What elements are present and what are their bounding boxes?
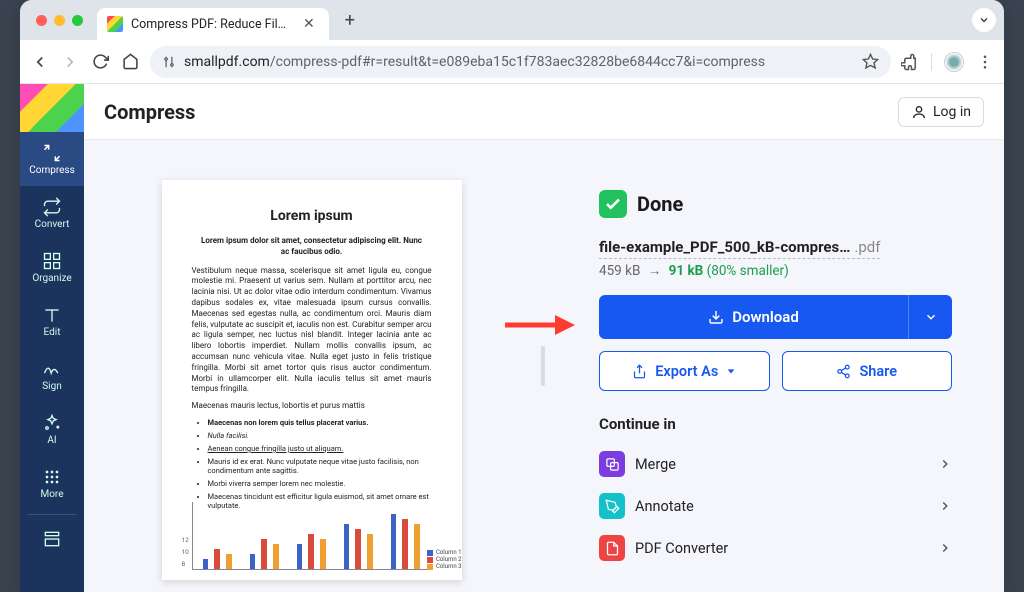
maximize-window-button[interactable]: [72, 15, 83, 26]
size-row: 459 kB → 91 kB (80% smaller): [599, 263, 952, 279]
chevron-right-icon: [938, 541, 952, 555]
kebab-menu-icon[interactable]: [976, 53, 994, 71]
minimize-window-button[interactable]: [54, 15, 65, 26]
success-check-icon: [599, 190, 627, 218]
file-extension: .pdf: [854, 238, 880, 256]
merge-icon: [599, 451, 625, 477]
extensions-icon[interactable]: [901, 53, 919, 71]
bookmark-icon[interactable]: [862, 53, 879, 70]
filename: file-example_PDF_500_kB-compres…: [599, 238, 850, 256]
result-pane: Done file-example_PDF_500_kB-compres… .p…: [547, 140, 1004, 592]
brand-logo[interactable]: [20, 84, 84, 132]
export-icon: [632, 364, 647, 379]
site-settings-icon[interactable]: [162, 55, 176, 69]
annotate-icon: [599, 493, 625, 519]
share-icon: [836, 364, 851, 379]
sidebar-item-more[interactable]: More: [20, 456, 84, 510]
document-thumbnail[interactable]: Lorem ipsum Lorem ipsum dolor sit amet, …: [162, 180, 462, 580]
profile-avatar[interactable]: [944, 52, 964, 72]
sidebar-item-edit[interactable]: Edit: [20, 294, 84, 348]
tab-bar: Compress PDF: Reduce File S ✕ +: [20, 0, 1004, 40]
sidebar-item-ai[interactable]: AI: [20, 402, 84, 456]
done-label: Done: [637, 192, 683, 216]
old-size: 459 kB: [599, 263, 640, 279]
page-title: Compress: [104, 100, 195, 124]
sidebar: Compress Convert Organize Edit Sign AI: [20, 84, 84, 592]
list-item: Mauris id ex erat. Nunc vulputate neque …: [208, 457, 432, 475]
chevron-right-icon: [938, 457, 952, 471]
doc-subheading: Maecenas mauris lectus, lobortis et puru…: [192, 401, 432, 412]
doc-lead: Lorem ipsum dolor sit amet, consectetur …: [192, 236, 432, 258]
chevron-right-icon: [938, 499, 952, 513]
list-item: Nulla facilisi.: [208, 431, 432, 440]
continue-title: Continue in: [599, 415, 952, 433]
doc-list: Maecenas non lorem quis tellus placerat …: [208, 418, 432, 510]
new-size: 91 kB: [669, 263, 704, 279]
list-item: Maecenas non lorem quis tellus placerat …: [208, 418, 432, 427]
caret-down-icon: [726, 366, 736, 376]
tool-pdf-converter[interactable]: PDF Converter: [599, 527, 952, 569]
back-button[interactable]: [30, 52, 50, 72]
sidebar-item-organize[interactable]: Organize: [20, 240, 84, 294]
sidebar-item-convert[interactable]: Convert: [20, 186, 84, 240]
reduction-pct: (80% smaller): [707, 263, 789, 279]
home-button[interactable]: [120, 52, 140, 72]
chevron-down-icon: [924, 310, 938, 324]
forward-button[interactable]: [60, 52, 80, 72]
browser-tab[interactable]: Compress PDF: Reduce File S ✕: [97, 8, 329, 40]
export-as-button[interactable]: Export As: [599, 351, 770, 391]
close-tab-button[interactable]: ✕: [299, 16, 319, 32]
sidebar-item-documents[interactable]: [20, 519, 84, 559]
address-bar: smallpdf.com/compress-pdf#r=result&t=e08…: [20, 40, 1004, 84]
doc-chart: [192, 502, 432, 570]
download-icon: [708, 309, 724, 325]
sidebar-item-compress[interactable]: Compress: [20, 132, 84, 186]
favicon: [107, 16, 123, 32]
filename-row[interactable]: file-example_PDF_500_kB-compres… .pdf: [599, 238, 880, 259]
tool-merge[interactable]: Merge: [599, 443, 952, 485]
url-path: /compress-pdf#r=result&t=e089eba15c1f783…: [270, 54, 765, 70]
page-header: Compress Log in: [84, 84, 1004, 140]
reload-button[interactable]: [90, 52, 110, 72]
tabs-dropdown-button[interactable]: [972, 8, 996, 32]
download-button[interactable]: Download: [599, 295, 908, 339]
pdf-converter-icon: [599, 535, 625, 561]
doc-paragraph: Vestibulum neque massa, scelerisque sit …: [192, 266, 432, 396]
preview-pane: Lorem ipsum Lorem ipsum dolor sit amet, …: [84, 140, 539, 592]
download-options-button[interactable]: [908, 295, 952, 339]
login-button[interactable]: Log in: [898, 97, 984, 127]
new-tab-button[interactable]: +: [335, 8, 365, 33]
doc-title: Lorem ipsum: [192, 208, 432, 224]
list-item: Morbi viverra semper lorem nec molestie.: [208, 479, 432, 488]
url-host: smallpdf.com: [184, 54, 270, 70]
pane-divider[interactable]: [539, 140, 547, 592]
list-item: Aenean congue fringilla justo ut aliquam…: [208, 444, 432, 453]
omnibox[interactable]: smallpdf.com/compress-pdf#r=result&t=e08…: [150, 46, 891, 78]
close-window-button[interactable]: [36, 15, 47, 26]
chart-legend: Column 1 Column 2 Column 3: [427, 549, 462, 570]
window-controls: [28, 15, 91, 26]
sidebar-item-sign[interactable]: Sign: [20, 348, 84, 402]
share-button[interactable]: Share: [782, 351, 953, 391]
tab-title: Compress PDF: Reduce File S: [131, 17, 291, 32]
tool-annotate[interactable]: Annotate: [599, 485, 952, 527]
